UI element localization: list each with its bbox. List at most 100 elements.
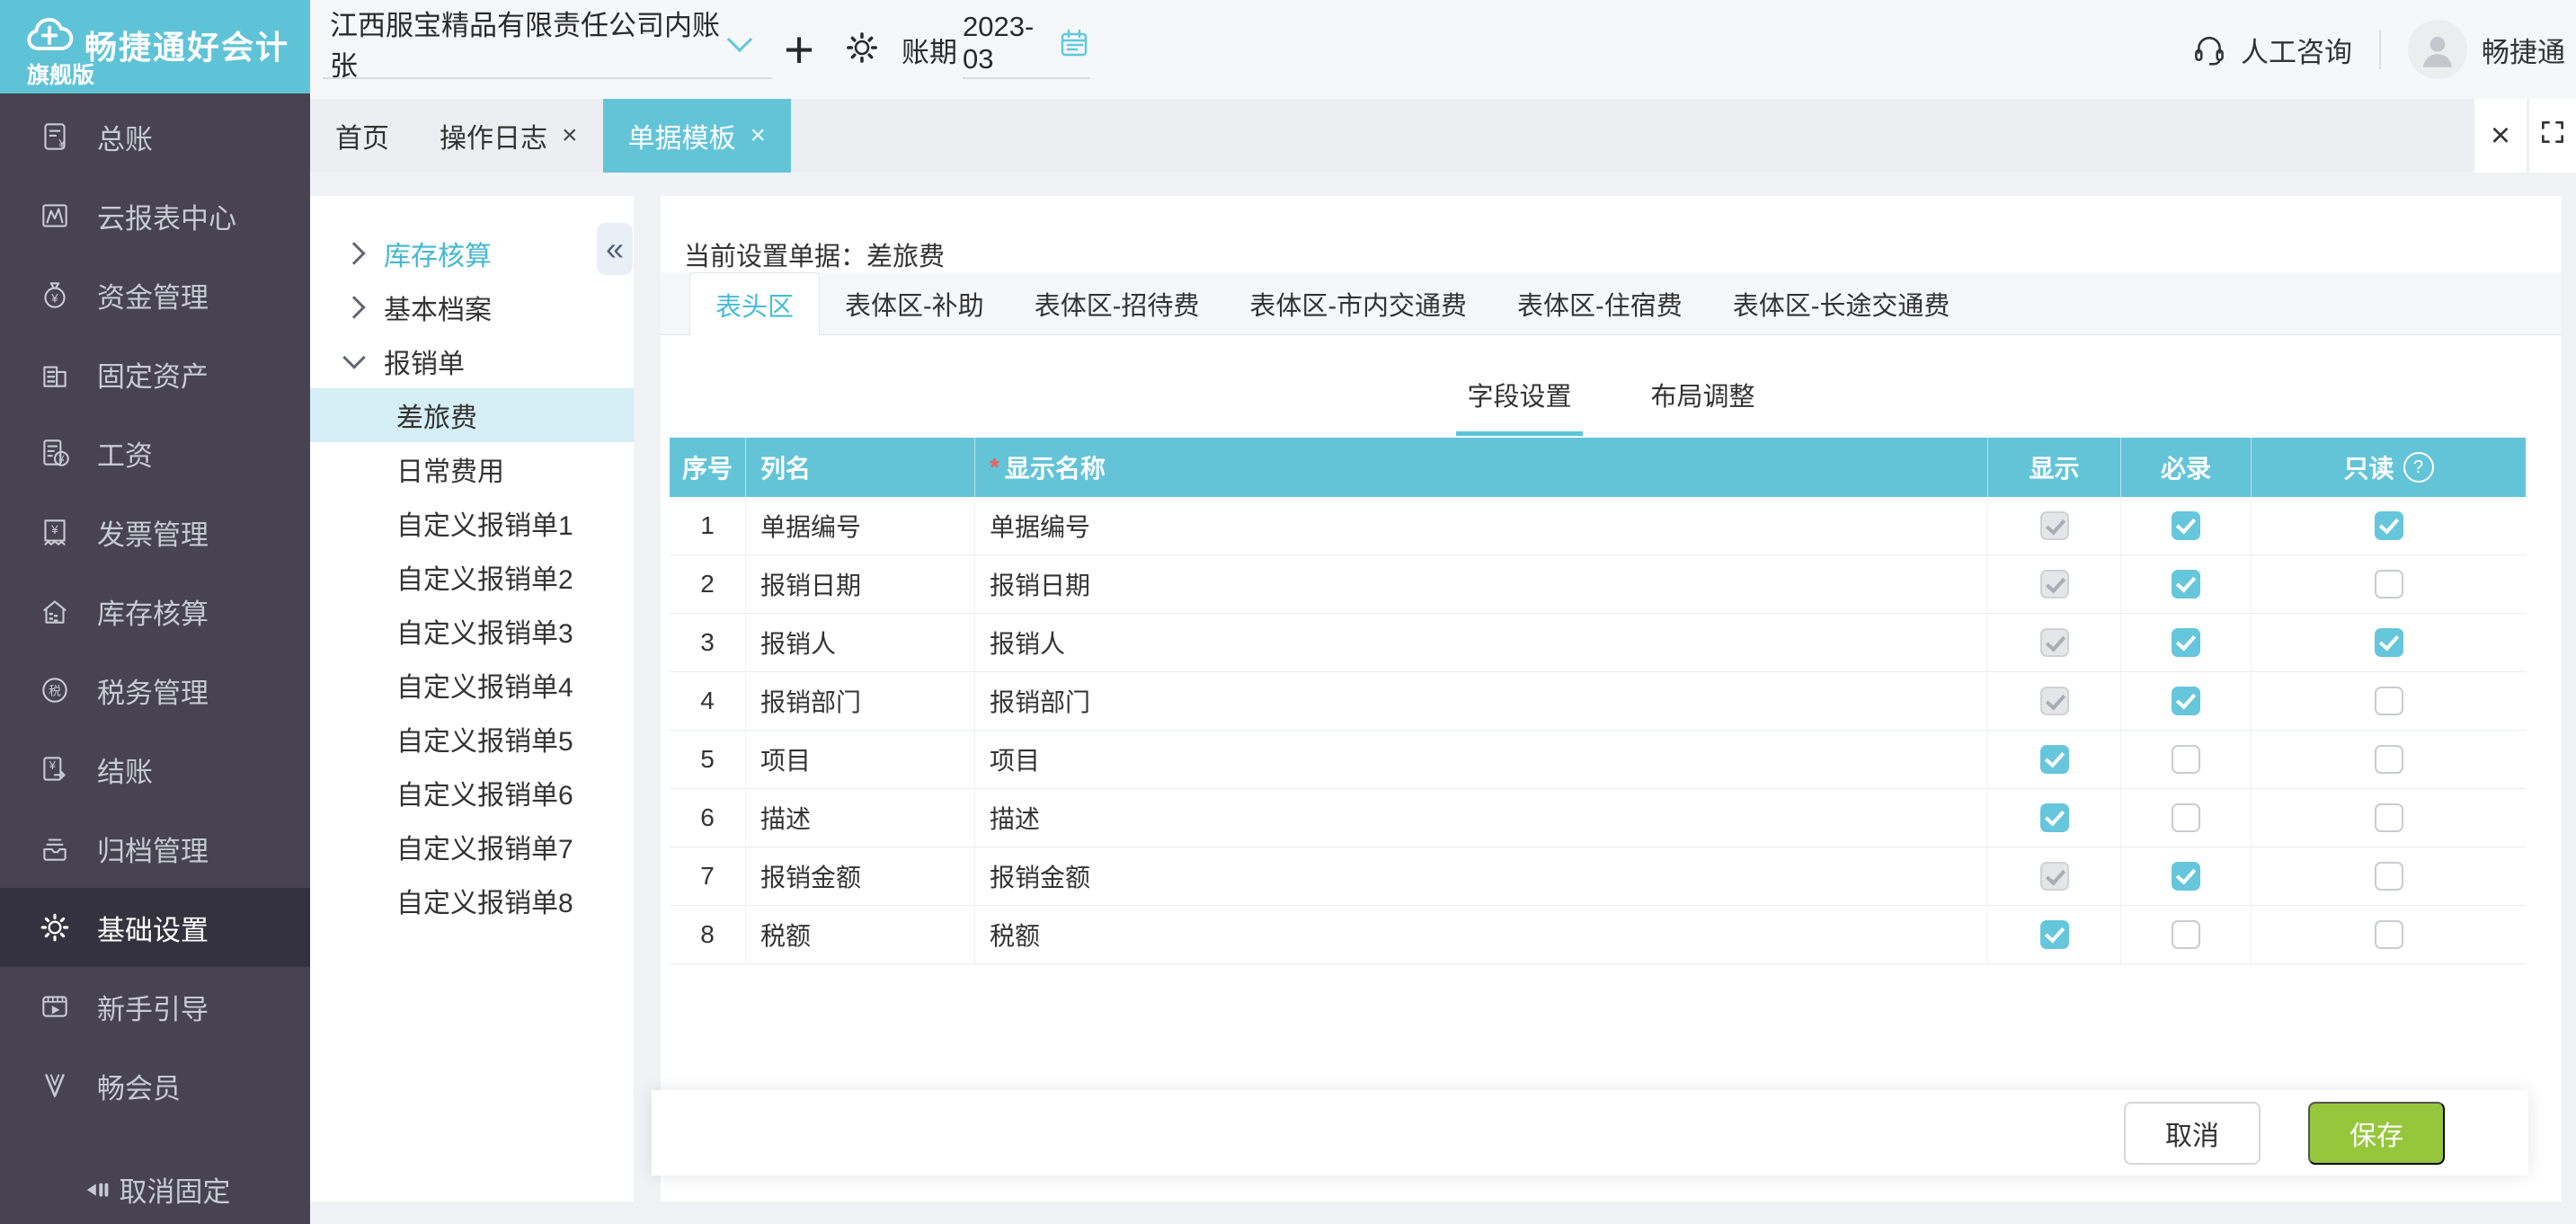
area-tab[interactable]: 表体区-长途交通费 [1708,272,1976,334]
sidebar-item[interactable]: 云报表中心 [0,176,310,255]
checkbox-show[interactable] [2039,920,2069,949]
sub-tab[interactable]: 布局调整 [1640,376,1766,436]
help-icon[interactable]: ? [2403,452,2434,483]
tree-child-label: 自定义报销单3 [396,619,573,649]
cell-col: 税额 [746,906,975,963]
page-tab[interactable]: 操作日志 × [414,99,603,173]
area-tab[interactable]: 表体区-补助 [820,272,1009,334]
tree-child-node[interactable]: 自定义报销单8 [310,874,634,927]
account-settings-button[interactable] [833,0,891,99]
checkbox-required[interactable] [2172,803,2200,832]
collapse-tree-button[interactable]: « [597,223,633,275]
area-tab[interactable]: 表头区 [689,272,821,335]
table-row: 3 报销人 报销人 [670,614,2526,672]
area-tab[interactable]: 表体区-市内交通费 [1224,272,1492,334]
sidebar-item[interactable]: ¥ 发票管理 [0,492,310,572]
sidebar: 畅捷通好会计 旗舰版 ¥ 总账 云报表中心 ¥ 资金管理 固定资产 ¥ 工资 ¥… [0,0,310,1224]
tree-child-node[interactable]: 自定义报销单4 [310,658,634,712]
checkbox-readonly[interactable] [2374,570,2403,599]
checkbox-required[interactable] [2172,862,2200,891]
checkbox-show[interactable] [2039,511,2069,540]
avatar[interactable] [2408,20,2467,79]
checkbox-readonly[interactable] [2374,628,2403,657]
tree-child-node[interactable]: 差旅费 [310,388,634,442]
close-all-tabs-button[interactable]: × [2474,99,2527,173]
tree-child-node[interactable]: 日常费用 [310,442,634,496]
checkbox-show[interactable] [2039,862,2069,891]
sidebar-item-label: 税务管理 [97,677,209,709]
sidebar-item[interactable]: ¥ 总账 [0,97,310,176]
checkbox-required[interactable] [2172,745,2200,774]
checkbox-readonly[interactable] [2374,803,2403,832]
checkbox-required[interactable] [2172,920,2200,949]
cell-name: 报销部门 [975,672,1988,730]
tree-parent-node[interactable]: 基本档案 [310,280,634,334]
tree-parent-node[interactable]: 报销单 [310,334,634,388]
cell-name: 报销金额 [975,847,1988,905]
sidebar-item[interactable]: 基础设置 [0,888,310,967]
tree-child-node[interactable]: 自定义报销单5 [310,712,634,766]
sidebar-item[interactable]: 固定资产 [0,334,310,413]
checkbox-readonly[interactable] [2374,687,2403,715]
human-support-button[interactable]: 人工咨询 [2190,30,2352,70]
checkbox-required[interactable] [2172,570,2200,599]
checkbox-required[interactable] [2172,687,2200,715]
checkbox-show[interactable] [2039,745,2069,774]
checkbox-readonly[interactable] [2374,745,2403,774]
sidebar-item[interactable]: 归档管理 [0,809,310,888]
tree-parent-node[interactable]: 库存核算 [310,226,634,280]
table-header-row: 序号 列名 * 显示名称 显示 必录 只读 ? [670,438,2526,497]
checkbox-readonly[interactable] [2374,920,2403,949]
sidebar-item-label: 归档管理 [97,835,209,867]
cancel-button[interactable]: 取消 [2124,1101,2261,1165]
checkbox-readonly[interactable] [2374,862,2403,891]
area-tab[interactable]: 表体区-招待费 [1009,272,1225,334]
fullscreen-button[interactable] [2529,99,2576,173]
tree-child-node[interactable]: 自定义报销单7 [310,820,634,874]
tree-child-label: 日常费用 [396,457,504,487]
sidebar-item[interactable]: 新手引导 [0,967,310,1046]
tab-close-icon[interactable]: × [751,122,767,149]
page-tab[interactable]: 单据模板 × [602,99,792,173]
unpin-icon [80,1172,116,1208]
sidebar-item[interactable]: 畅会员 [0,1046,310,1125]
checkbox-readonly[interactable] [2374,511,2403,540]
checkbox-show[interactable] [2039,628,2069,657]
tree-child-node[interactable]: 自定义报销单3 [310,604,634,658]
checkbox-show[interactable] [2039,687,2069,715]
company-selector[interactable]: 江西服宝精品有限责任公司内账张 [323,9,772,82]
page-tab-label: 首页 [335,124,389,154]
cell-show [1988,497,2121,554]
period-picker[interactable]: 2023-03 [963,9,1090,79]
tree-child-node[interactable]: 自定义报销单6 [310,766,634,820]
sidebar-item[interactable]: ¥ 资金管理 [0,255,310,334]
tree-expander-icon[interactable] [342,242,366,265]
sidebar-item[interactable]: ¥ 结账 [0,730,310,809]
add-account-button[interactable]: + [770,0,828,99]
sidebar-item[interactable]: ¥ 工资 [0,413,310,492]
username[interactable]: 畅捷通 [2482,30,2565,70]
sub-tab[interactable]: 字段设置 [1456,376,1583,436]
checkbox-show[interactable] [2039,803,2069,832]
page-tab[interactable]: 首页 × [310,99,414,173]
tree-expander-icon[interactable] [342,346,366,369]
tree-child-node[interactable]: 自定义报销单1 [310,496,634,550]
unpin-button[interactable]: 取消固定 [0,1169,310,1210]
sub-tabs: 字段设置 布局调整 [661,376,2562,436]
save-button[interactable]: 保存 [2308,1101,2445,1165]
tree-child-node[interactable]: 自定义报销单2 [310,550,634,604]
divider [2379,30,2381,69]
tree-expander-icon[interactable] [342,296,366,319]
cell-name: 报销人 [975,614,1988,671]
sidebar-item-label: 畅会员 [97,1072,181,1104]
sidebar-item[interactable]: 库存核算 [0,572,310,651]
checkbox-required[interactable] [2172,628,2200,657]
sidebar-item[interactable]: 税 税务管理 [0,651,310,730]
template-tree: 库存核算 基本档案 报销单 差旅费 日常费用 自定义报销单1 自定义报销单2 自… [310,226,634,927]
checkbox-show[interactable] [2039,570,2069,599]
topbar: 江西服宝精品有限责任公司内账张 + 账期 2023-03 人工咨询 畅捷通 [310,0,2576,99]
sidebar-item-label: 新手引导 [97,993,209,1025]
area-tab[interactable]: 表体区-住宿费 [1492,272,1708,334]
tab-close-icon[interactable]: × [562,122,578,149]
checkbox-required[interactable] [2172,511,2200,540]
